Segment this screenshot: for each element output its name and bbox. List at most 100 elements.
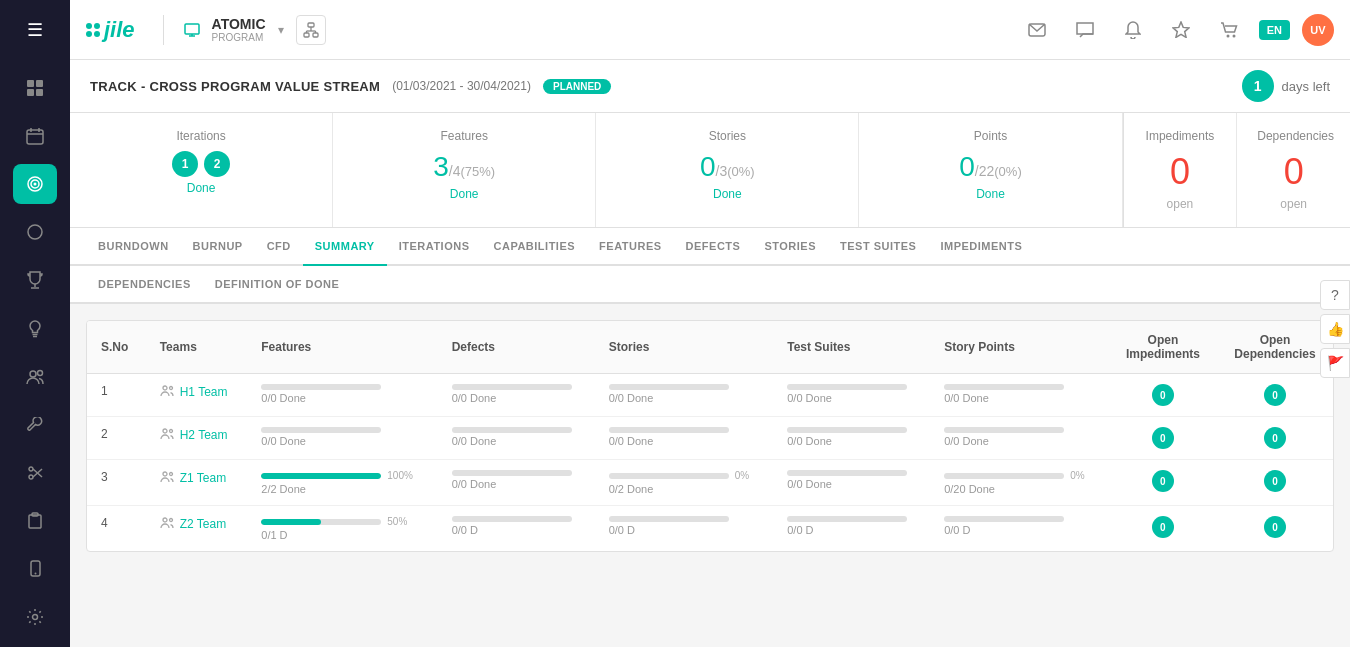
cell-test-suites: 0/0 Done xyxy=(773,460,930,506)
svg-point-11 xyxy=(28,225,42,239)
cart-icon-btn[interactable] xyxy=(1211,12,1247,48)
team-icon xyxy=(160,384,174,400)
tab-dependencies[interactable]: DEPENDENCIES xyxy=(86,266,203,304)
tab-summary[interactable]: SUMMARY xyxy=(303,228,387,266)
team-icon xyxy=(160,470,174,486)
tab-iterations[interactable]: ITERATIONS xyxy=(387,228,482,266)
cell-team: H1 Team xyxy=(146,374,248,417)
program-icon xyxy=(184,23,200,37)
program-info: ATOMIC PROGRAM xyxy=(212,16,266,43)
sidebar-menu-toggle[interactable]: ☰ xyxy=(13,10,57,50)
stat-card-stories: Stories 0/3(0%) Done xyxy=(596,113,859,227)
sidebar-item-settings[interactable] xyxy=(13,597,57,637)
sidebar-item-clipboard[interactable] xyxy=(13,501,57,541)
col-header-test-suites: Test Suites xyxy=(773,321,930,374)
cell-defects: 0/0 Done xyxy=(438,374,595,417)
svg-rect-2 xyxy=(27,89,34,96)
svg-point-10 xyxy=(34,183,37,186)
tab-cfd[interactable]: CFD xyxy=(255,228,303,266)
iteration-badges: 1 2 xyxy=(90,151,312,177)
features-denom: /4 xyxy=(449,163,461,179)
sidebar-item-users[interactable] xyxy=(13,357,57,397)
cell-stories: 0/0 D xyxy=(595,506,774,552)
user-avatar[interactable]: UV xyxy=(1302,14,1334,46)
sidebar: ☰ xyxy=(0,0,70,647)
features-value: 3/4(75%) xyxy=(353,151,575,183)
points-pct: (0%) xyxy=(994,164,1021,179)
tab-impediments[interactable]: IMPEDIMENTS xyxy=(928,228,1034,266)
org-chart-icon[interactable] xyxy=(296,15,326,45)
col-header-features: Features xyxy=(247,321,437,374)
stories-num: 0 xyxy=(700,151,716,182)
impediments-open: open xyxy=(1144,197,1217,211)
cell-story-points: 0/0 D xyxy=(930,506,1109,552)
sidebar-item-scissors[interactable] xyxy=(13,453,57,493)
table-row: 1 H1 Team 0/0 Done xyxy=(87,374,1333,417)
days-left-container: 1 days left xyxy=(1242,70,1330,102)
tab-stories[interactable]: STORIES xyxy=(752,228,828,266)
table-row: 3 Z1 Team 100% 2/2 Done xyxy=(87,460,1333,506)
team-name-text: H2 Team xyxy=(180,428,228,442)
bell-icon-btn[interactable] xyxy=(1115,12,1151,48)
app-container: ☰ xyxy=(0,0,1350,647)
stories-value: 0/3(0%) xyxy=(616,151,838,183)
sidebar-item-circle[interactable] xyxy=(13,212,57,252)
cell-sno: 4 xyxy=(87,506,146,552)
tab-definition-of-done[interactable]: DEFINITION OF DONE xyxy=(203,266,352,304)
svg-rect-4 xyxy=(27,130,43,144)
sidebar-item-mobile[interactable] xyxy=(13,549,57,589)
help-btn[interactable]: ? xyxy=(1320,280,1350,310)
stories-done: Done xyxy=(616,187,838,201)
tab-defects[interactable]: DEFECTS xyxy=(674,228,753,266)
col-header-teams: Teams xyxy=(146,321,248,374)
track-title: TRACK - CROSS PROGRAM VALUE STREAM xyxy=(90,79,380,94)
cell-sno: 2 xyxy=(87,417,146,460)
sidebar-item-bulb[interactable] xyxy=(13,308,57,348)
stats-row: Iterations 1 2 Done Features 3/4(75%) Do… xyxy=(70,113,1350,228)
svg-point-26 xyxy=(33,614,38,619)
tab-test-suites[interactable]: TEST SUITES xyxy=(828,228,928,266)
cell-sno: 1 xyxy=(87,374,146,417)
thumbs-up-btn[interactable]: 👍 xyxy=(1320,314,1350,344)
tab-burnup[interactable]: BURNUP xyxy=(181,228,255,266)
stat-right-section: Impediments 0 open Dependencies 0 open xyxy=(1123,113,1350,227)
track-bar: TRACK - CROSS PROGRAM VALUE STREAM (01/0… xyxy=(70,60,1350,113)
cell-open-dep: 0 xyxy=(1217,374,1333,417)
stat-card-iterations: Iterations 1 2 Done xyxy=(70,113,333,227)
program-chevron[interactable]: ▾ xyxy=(278,23,284,37)
language-badge[interactable]: EN xyxy=(1259,20,1290,40)
tab-features[interactable]: FEATURES xyxy=(587,228,673,266)
sidebar-item-grid[interactable] xyxy=(13,68,57,108)
mail-icon-btn[interactable] xyxy=(1019,12,1055,48)
col-header-defects: Defects xyxy=(438,321,595,374)
tab-burndown[interactable]: BURNDOWN xyxy=(86,228,181,266)
iterations-done: Done xyxy=(90,181,312,195)
cell-open-imp: 0 xyxy=(1109,460,1217,506)
col-header-sno: S.No xyxy=(87,321,146,374)
dependencies-open: open xyxy=(1257,197,1330,211)
cell-features: 50% 0/1 D xyxy=(247,506,437,552)
chat-icon-btn[interactable] xyxy=(1067,12,1103,48)
cell-sno: 3 xyxy=(87,460,146,506)
summary-table: S.No Teams Features Defects Stories Test… xyxy=(87,321,1333,551)
open-dep-badge: 0 xyxy=(1264,516,1286,538)
points-denom: /22 xyxy=(975,163,994,179)
team-name-text: Z1 Team xyxy=(180,471,226,485)
cell-story-points: 0% 0/20 Done xyxy=(930,460,1109,506)
svg-rect-27 xyxy=(185,24,199,34)
col-header-open-imp: OpenImpediments xyxy=(1109,321,1217,374)
sidebar-item-trophy[interactable] xyxy=(13,260,57,300)
sidebar-item-calendar[interactable] xyxy=(13,116,57,156)
svg-point-16 xyxy=(30,371,36,377)
tab-capabilities[interactable]: CAPABILITIES xyxy=(482,228,588,266)
sidebar-item-wrench[interactable] xyxy=(13,405,57,445)
features-num: 3 xyxy=(433,151,449,182)
svg-point-40 xyxy=(1232,34,1235,37)
svg-point-45 xyxy=(163,472,167,476)
svg-point-43 xyxy=(163,429,167,433)
right-floating-panel: ? 👍 🚩 xyxy=(1320,280,1350,378)
flag-btn[interactable]: 🚩 xyxy=(1320,348,1350,378)
sidebar-item-target[interactable] xyxy=(13,164,57,204)
svg-rect-1 xyxy=(36,80,43,87)
star-icon-btn[interactable] xyxy=(1163,12,1199,48)
